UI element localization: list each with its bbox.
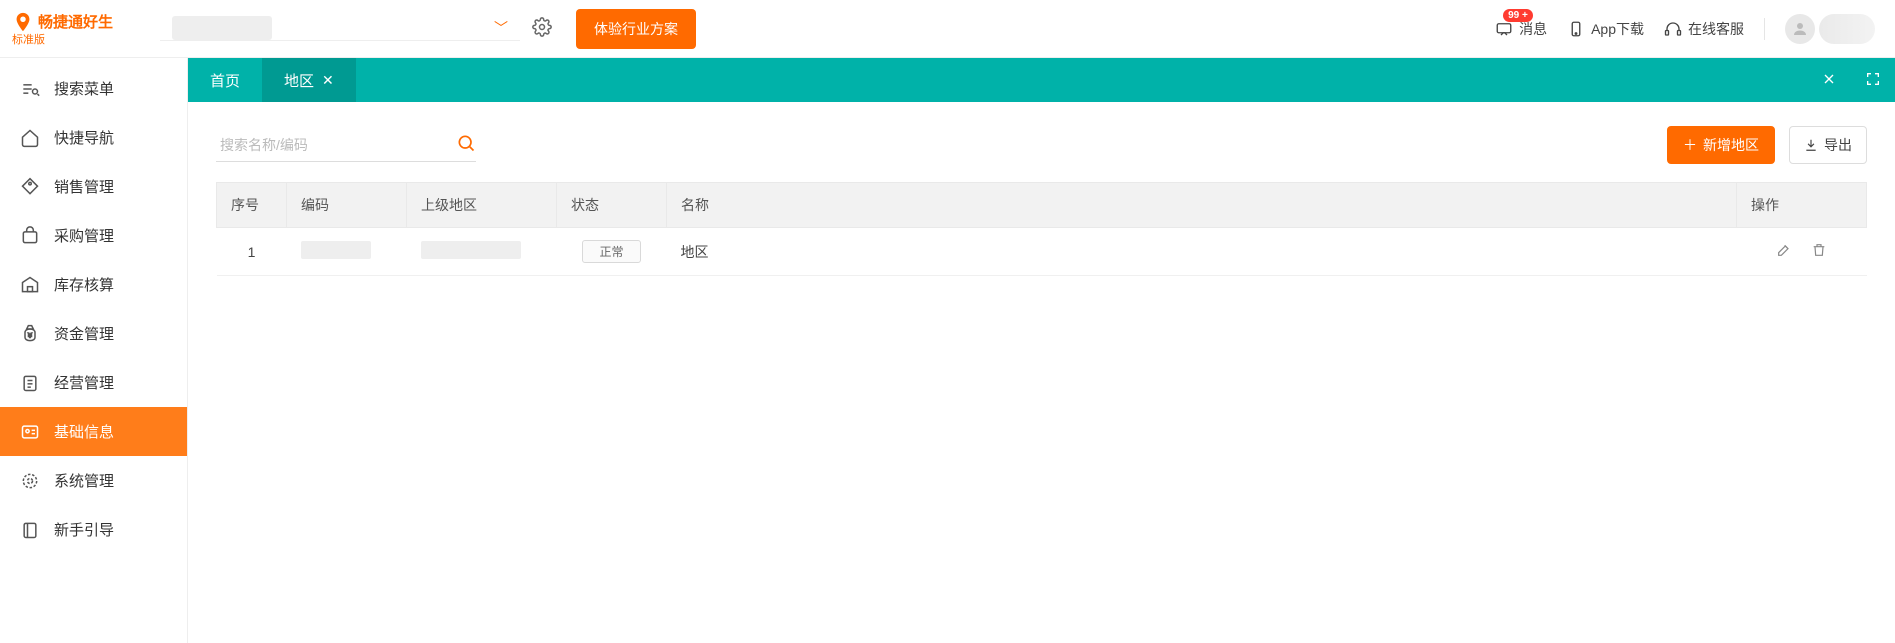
search-wrap: [216, 129, 476, 162]
search-input[interactable]: [216, 129, 456, 161]
messages-label: 消息: [1519, 19, 1547, 39]
id-card-icon: [20, 422, 40, 442]
tag-icon: [20, 177, 40, 197]
sidebar-item-sales[interactable]: 销售管理: [0, 162, 187, 211]
tenant-name: [172, 16, 272, 40]
messages-badge: 99 +: [1503, 9, 1533, 22]
tab-label: 地区: [284, 70, 314, 91]
online-service-label: 在线客服: [1688, 19, 1744, 39]
sidebar-item-label: 库存核算: [54, 274, 114, 295]
gear-outline-icon: [20, 471, 40, 491]
sidebar-item-search-menu[interactable]: 搜索菜单: [0, 64, 187, 113]
status-badge: 正常: [582, 240, 640, 263]
tab-region[interactable]: 地区 ✕: [262, 58, 356, 102]
col-code: 编码: [287, 183, 407, 228]
sidebar-item-basic-info[interactable]: 基础信息: [0, 407, 187, 456]
gear-icon[interactable]: [532, 17, 552, 40]
messages-button[interactable]: 99 + 消息: [1495, 19, 1547, 39]
tab-label: 首页: [210, 70, 240, 91]
region-table: 序号 编码 上级地区 状态 名称 操作 1: [216, 182, 1867, 276]
main-area: 首页 地区 ✕: [188, 58, 1895, 643]
cell-parent: [407, 228, 557, 276]
fullscreen-icon[interactable]: [1851, 71, 1895, 90]
close-icon[interactable]: ✕: [322, 72, 334, 89]
table-row: 1 正常 地区: [217, 228, 1867, 276]
plus-icon: ＋: [1683, 135, 1697, 155]
app-download-label: App下载: [1591, 19, 1644, 39]
guide-icon: [20, 520, 40, 540]
warehouse-icon: [20, 275, 40, 295]
sidebar-item-inventory[interactable]: 库存核算: [0, 260, 187, 309]
tenant-selector[interactable]: ﹀: [160, 16, 520, 41]
edit-icon[interactable]: [1776, 245, 1796, 261]
export-icon: [1804, 138, 1818, 152]
app-header: 畅捷通好生 标准版 ﹀ 体验行业方案 99 + 消息 App下载 在: [0, 0, 1895, 58]
phone-icon: [1567, 20, 1585, 38]
sidebar-item-label: 经营管理: [54, 372, 114, 393]
col-parent: 上级地区: [407, 183, 557, 228]
sidebar-item-guide[interactable]: 新手引导: [0, 505, 187, 554]
add-region-button[interactable]: ＋ 新增地区: [1667, 126, 1775, 164]
chevron-down-icon: ﹀: [494, 18, 508, 38]
tab-home[interactable]: 首页: [188, 58, 262, 102]
content-panel: ＋ 新增地区 导出 序号 编码 上级地区 状态: [188, 102, 1895, 643]
cell-status: 正常: [557, 228, 667, 276]
brand-name: 畅捷通好生: [38, 11, 113, 32]
col-name: 名称: [667, 183, 1737, 228]
user-menu[interactable]: [1785, 14, 1875, 44]
close-all-tabs-icon[interactable]: [1807, 71, 1851, 90]
headset-icon: [1664, 20, 1682, 38]
sidebar-item-label: 资金管理: [54, 323, 114, 344]
money-bag-icon: ¥: [20, 324, 40, 344]
toolbar: ＋ 新增地区 导出: [216, 126, 1867, 164]
sidebar: 搜索菜单 快捷导航 销售管理 采购管理 库存核算 ¥ 资金管理: [0, 58, 188, 643]
header-actions: 99 + 消息 App下载 在线客服: [1495, 14, 1875, 44]
home-icon: [20, 128, 40, 148]
sidebar-item-quick-nav[interactable]: 快捷导航: [0, 113, 187, 162]
clipboard-icon: [20, 373, 40, 393]
cell-name: 地区: [667, 228, 1737, 276]
col-ops: 操作: [1737, 183, 1867, 228]
sidebar-item-funds[interactable]: ¥ 资金管理: [0, 309, 187, 358]
sidebar-item-label: 销售管理: [54, 176, 114, 197]
col-status: 状态: [557, 183, 667, 228]
export-button[interactable]: 导出: [1789, 126, 1867, 164]
sidebar-item-label: 采购管理: [54, 225, 114, 246]
svg-text:¥: ¥: [28, 332, 32, 339]
export-label: 导出: [1824, 135, 1852, 155]
search-icon[interactable]: [456, 133, 476, 156]
col-seq: 序号: [217, 183, 287, 228]
sidebar-item-purchase[interactable]: 采购管理: [0, 211, 187, 260]
user-pill: [1819, 14, 1875, 44]
sidebar-item-label: 系统管理: [54, 470, 114, 491]
brand-logo: 畅捷通好生 标准版: [0, 3, 160, 55]
sidebar-item-label: 基础信息: [54, 421, 114, 442]
divider: [1764, 18, 1765, 40]
search-list-icon: [20, 79, 40, 99]
sidebar-item-label: 快捷导航: [54, 127, 114, 148]
delete-icon[interactable]: [1811, 245, 1827, 261]
cell-ops: [1737, 228, 1867, 276]
sidebar-item-operations[interactable]: 经营管理: [0, 358, 187, 407]
bag-icon: [20, 226, 40, 246]
cell-code: [287, 228, 407, 276]
chat-icon: [1495, 20, 1513, 38]
promo-button[interactable]: 体验行业方案: [576, 9, 696, 49]
brand-edition: 标准版: [12, 31, 45, 47]
cell-seq: 1: [217, 228, 287, 276]
tab-bar: 首页 地区 ✕: [188, 58, 1895, 102]
sidebar-item-label: 新手引导: [54, 519, 114, 540]
logo-icon: [12, 11, 34, 33]
add-region-label: 新增地区: [1703, 135, 1759, 155]
sidebar-item-system[interactable]: 系统管理: [0, 456, 187, 505]
sidebar-item-label: 搜索菜单: [54, 78, 114, 99]
avatar-icon: [1785, 14, 1815, 44]
app-download-button[interactable]: App下载: [1567, 19, 1644, 39]
online-service-button[interactable]: 在线客服: [1664, 19, 1744, 39]
